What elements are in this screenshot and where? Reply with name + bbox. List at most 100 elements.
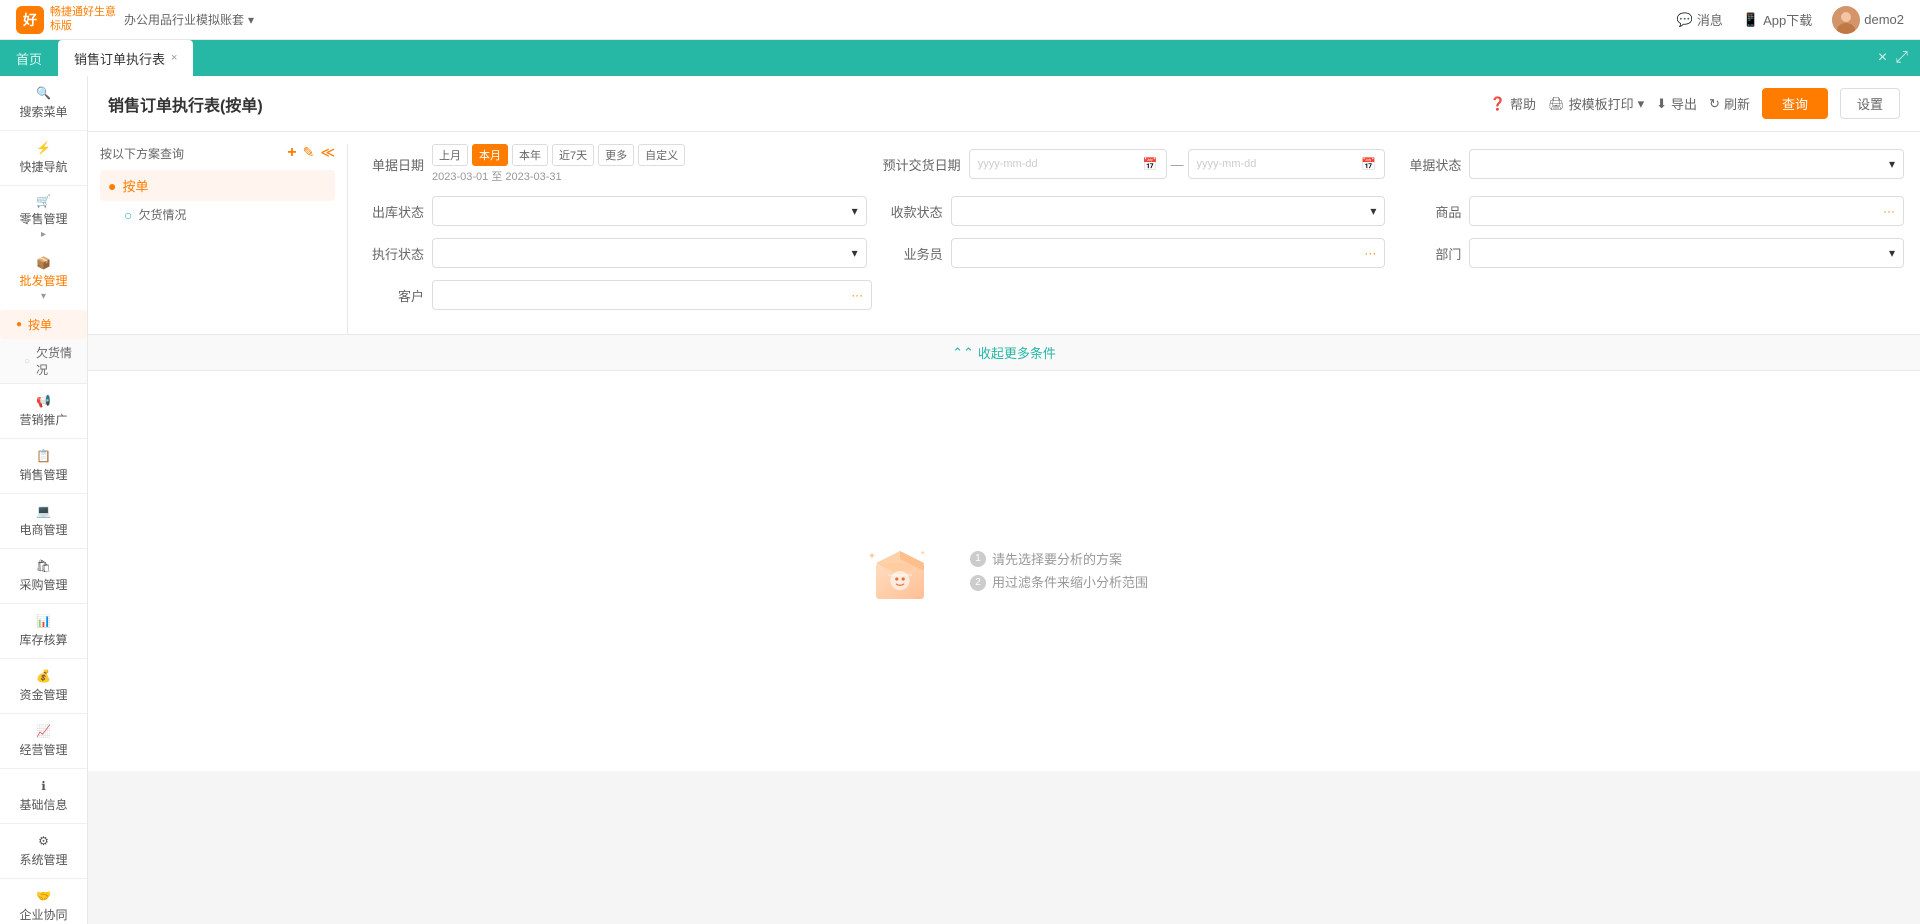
sidebar-item-finance[interactable]: 💰 资金管理	[0, 659, 87, 714]
svg-text:✦: ✦	[920, 550, 925, 557]
filter-row-1: 单据日期 上月 本月 本年 近7天 更多 自定义 20	[364, 144, 1904, 184]
scheme-add-icon[interactable]: +	[287, 144, 296, 162]
date-label: 单据日期	[364, 155, 424, 174]
date-btn-lastmonth[interactable]: 上月	[432, 144, 468, 166]
refresh-icon: ↻	[1709, 96, 1720, 112]
filter-customer-field: 客户 ···	[364, 280, 872, 310]
sidebar-sub-order[interactable]: ● 按单	[0, 310, 87, 339]
status-chevron-icon	[1889, 157, 1895, 171]
wholesale-submenu: ● 按单 ○ 欠货情况	[0, 310, 87, 384]
calendar-icon: 📅	[1143, 157, 1158, 171]
salesperson-more-icon[interactable]: ···	[1364, 246, 1376, 260]
tab-close-icon[interactable]: ×	[171, 52, 177, 64]
product-more-icon[interactable]: ···	[1883, 204, 1895, 218]
sidebar-item-marketing[interactable]: 📢 营销推广	[0, 384, 87, 439]
print-action[interactable]: 🖨 按模板打印 ▾	[1548, 94, 1644, 113]
top-bar-right: 💬 消息 📱 App下载 demo2	[1677, 6, 1904, 34]
empty-illustration: ✦ ✦ ✦	[860, 531, 940, 611]
settings-button[interactable]: 设置	[1840, 88, 1900, 119]
user-action[interactable]: demo2	[1832, 6, 1904, 34]
collapse-icon: ⌃⌃	[952, 345, 974, 361]
wholesale-expand-icon	[41, 291, 46, 302]
sidebar-item-sales[interactable]: 📋 销售管理	[0, 439, 87, 494]
outbound-select[interactable]	[432, 196, 867, 226]
sidebar-item-inventory[interactable]: 📊 库存核算	[0, 604, 87, 659]
exec-chevron-icon	[852, 246, 858, 260]
receipt-chevron-icon	[1370, 204, 1376, 218]
filter-dept-field: 部门	[1401, 238, 1904, 268]
collapse-more-btn[interactable]: ⌃⌃ 收起更多条件	[88, 334, 1920, 370]
svg-text:✦: ✦	[868, 551, 876, 562]
filter-receipt-field: 收款状态	[883, 196, 1386, 226]
window-controls: × ⤢	[1866, 49, 1920, 67]
filter-scheme-title: 按以下方案查询	[100, 145, 184, 162]
sidebar-item-corp-collab[interactable]: 🤝 企业协同	[0, 879, 87, 924]
main-layout: 🔍 搜索菜单 ⚡ 快捷导航 🛒 零售管理 📦 批发管理 ● 按单 ○ 欠	[0, 76, 1920, 924]
page-header: 销售订单执行表(按单) ❓ 帮助 🖨 按模板打印 ▾ ⬇ 导出 ↻ 刷新	[88, 76, 1920, 132]
filter-date-field: 单据日期 上月 本月 本年 近7天 更多 自定义 20	[364, 144, 867, 184]
avatar	[1832, 6, 1860, 34]
customer-label: 客户	[364, 286, 424, 305]
forecast-date-end[interactable]: yyyy-mm-dd 📅	[1188, 149, 1386, 179]
salesperson-label: 业务员	[883, 244, 943, 263]
receipt-select[interactable]	[951, 196, 1386, 226]
forecast-date-start[interactable]: yyyy-mm-dd 📅	[969, 149, 1167, 179]
help-action[interactable]: ❓ 帮助	[1490, 94, 1536, 113]
maximize-window-icon[interactable]: ⤢	[1895, 49, 1908, 67]
calendar-icon-end: 📅	[1361, 157, 1376, 171]
status-select[interactable]	[1469, 149, 1904, 179]
print-icon: 🖨	[1548, 96, 1565, 112]
sidebar-item-wholesale[interactable]: 📦 批发管理	[0, 248, 87, 310]
filter-fields: 单据日期 上月 本月 本年 近7天 更多 自定义 20	[348, 144, 1920, 334]
tip-2-number: 2	[970, 575, 986, 591]
forecast-date-range: yyyy-mm-dd 📅 — yyyy-mm-dd 📅	[969, 149, 1386, 179]
sidebar-item-quicknav[interactable]: ⚡ 快捷导航	[0, 131, 87, 186]
date-btn-thisyear[interactable]: 本年	[512, 144, 548, 166]
query-button[interactable]: 查询	[1762, 88, 1828, 119]
sidebar-sub-backorder[interactable]: ○ 欠货情况	[0, 339, 87, 383]
sidebar-item-basic-info[interactable]: ℹ 基础信息	[0, 769, 87, 824]
sidebar-item-system[interactable]: ⚙ 系统管理	[0, 824, 87, 879]
content-body: ✦ ✦ ✦ 1 请先选择要分析的方案 2 用过滤条件来缩小分析范围	[88, 371, 1920, 771]
export-action[interactable]: ⬇ 导出	[1656, 94, 1697, 113]
inventory-icon: 📊	[36, 614, 51, 628]
date-btn-custom[interactable]: 自定义	[638, 144, 685, 166]
message-icon: 💬	[1677, 12, 1693, 28]
tab-sales-order[interactable]: 销售订单执行表 ×	[58, 40, 193, 76]
filter-row-4: 客户 ···	[364, 280, 1904, 310]
exec-select[interactable]	[432, 238, 867, 268]
date-range-display: 2023-03-01 至 2023-03-31	[432, 168, 867, 184]
sidebar-item-purchase[interactable]: 🛍 采购管理	[0, 549, 87, 604]
tab-home[interactable]: 首页	[0, 40, 58, 76]
sidebar-item-retail[interactable]: 🛒 零售管理	[0, 186, 87, 248]
filter-scheme-list: 按以下方案查询 + ✎ ≪ ● 按单 ○ 欠货情况	[88, 144, 348, 334]
app-download-action[interactable]: 📱 App下载	[1743, 10, 1812, 29]
logo-icon: 好	[16, 6, 44, 34]
top-bar: 好 畅捷通好生意 标版 办公用品行业模拟账套 ▾ 💬 消息 📱 App下载 de…	[0, 0, 1920, 40]
filter-forecast-date-field: 预计交货日期 yyyy-mm-dd 📅 — yyyy-mm-dd 📅	[883, 149, 1386, 179]
date-btn-more[interactable]: 更多	[598, 144, 634, 166]
date-btn-thismonth[interactable]: 本月	[472, 144, 508, 166]
sidebar-item-ecommerce[interactable]: 💻 电商管理	[0, 494, 87, 549]
breadcrumb[interactable]: 办公用品行业模拟账套 ▾	[124, 11, 254, 28]
sidebar-item-search[interactable]: 🔍 搜索菜单	[0, 76, 87, 131]
filter-status-field: 单据状态	[1401, 149, 1904, 179]
dept-select[interactable]	[1469, 238, 1904, 268]
scheme-sub-backorder[interactable]: ○ 欠货情况	[100, 201, 335, 228]
close-window-icon[interactable]: ×	[1878, 49, 1887, 67]
refresh-action[interactable]: ↻ 刷新	[1709, 94, 1750, 113]
scheme-edit-icon[interactable]: ✎	[303, 144, 315, 162]
date-separator: —	[1171, 157, 1184, 172]
customer-select[interactable]: ···	[432, 280, 872, 310]
sidebar-item-operations[interactable]: 📈 经营管理	[0, 714, 87, 769]
chevron-down-icon: ▾	[248, 13, 254, 27]
product-select[interactable]: ···	[1469, 196, 1904, 226]
sales-icon: 📋	[36, 449, 51, 463]
salesperson-select[interactable]: ···	[951, 238, 1386, 268]
customer-more-icon[interactable]: ···	[851, 288, 863, 302]
scheme-item-order[interactable]: ● 按单	[100, 170, 335, 201]
scheme-collapse-icon[interactable]: ≪	[320, 144, 335, 162]
date-btn-7days[interactable]: 近7天	[552, 144, 594, 166]
message-action[interactable]: 💬 消息	[1677, 10, 1723, 29]
empty-state: ✦ ✦ ✦ 1 请先选择要分析的方案 2 用过滤条件来缩小分析范围	[800, 471, 1208, 671]
